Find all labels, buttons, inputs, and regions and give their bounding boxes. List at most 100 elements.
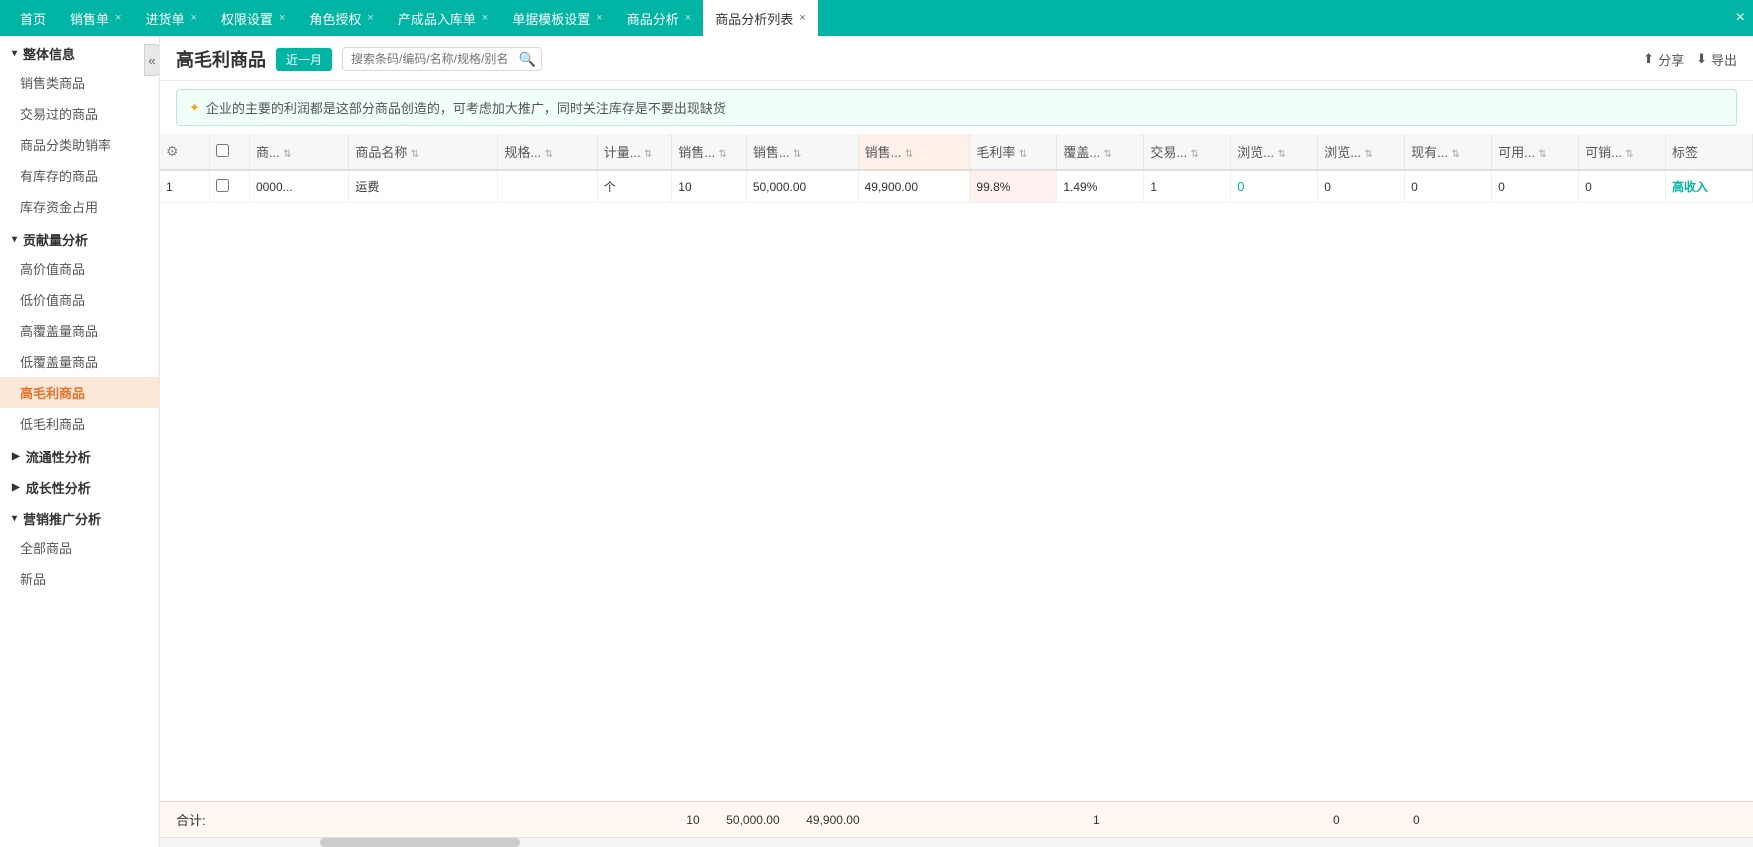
cell-code: 0000... (249, 170, 348, 203)
col-sales2-header[interactable]: 销售... ⇅ (858, 134, 970, 170)
sidebar-group-marketing[interactable]: ▾ 营销推广分析 (0, 501, 159, 532)
search-button[interactable]: 🔍 (519, 51, 536, 68)
cell-checkbox[interactable] (210, 170, 250, 203)
tab-product-analysis-list[interactable]: 商品分析列表 × (703, 0, 817, 36)
sidebar-group-liquidity[interactable]: ▶ 流通性分析 (0, 439, 159, 470)
col-tag-header[interactable]: 标签 (1666, 134, 1753, 170)
tab-product-inbound-close[interactable]: × (482, 12, 488, 24)
tab-role[interactable]: 角色授权 × (297, 0, 385, 36)
col-trade-header[interactable]: 交易... ⇅ (1144, 134, 1231, 170)
sidebar-item-category-rate[interactable]: 商品分类助销率 (0, 129, 159, 160)
arrow-icon-marketing: ▾ (12, 513, 17, 524)
tab-permission-close[interactable]: × (279, 12, 285, 24)
arrow-icon-liquidity: ▶ (12, 451, 20, 462)
sidebar-item-high-margin[interactable]: 高毛利商品 (0, 377, 159, 408)
top-nav: 首页 销售单 × 进货单 × 权限设置 × 角色授权 × 产成品入库单 × 单据… (0, 0, 1753, 36)
tab-product-inbound[interactable]: 产成品入库单 × (386, 0, 500, 36)
cell-cover: 1 (1144, 170, 1231, 203)
arrow-icon-growth: ▶ (12, 482, 20, 493)
footer-bar: 合计: 10 50,000.00 49,900.00 1 0 0 (160, 801, 1753, 837)
col-qty-header[interactable]: 销售... ⇅ (672, 134, 747, 170)
sidebar-collapse-btn[interactable]: « (144, 44, 160, 76)
cell-sales1: 50,000.00 (746, 170, 858, 203)
col-browse1-header[interactable]: 浏览... ⇅ (1231, 134, 1318, 170)
col-margin-header[interactable]: 毛利率 ⇅ (970, 134, 1057, 170)
sidebar-item-high-coverage[interactable]: 高覆盖量商品 (0, 315, 159, 346)
sidebar-item-low-value[interactable]: 低价值商品 (0, 284, 159, 315)
sidebar-item-sales-goods[interactable]: 销售类商品 (0, 67, 159, 98)
data-table: ⚙ 商... ⇅ 商品名称 ⇅ 规格... ⇅ 计量... ⇅ 销售... ⇅ … (160, 134, 1753, 203)
tab-home[interactable]: 首页 (8, 0, 58, 36)
cell-stock2: 0 (1579, 170, 1666, 203)
tab-purchase-close[interactable]: × (190, 12, 196, 24)
cell-margin-rate: 1.49% (1057, 170, 1144, 203)
tab-role-close[interactable]: × (367, 12, 373, 24)
arrow-icon: ▾ (12, 48, 17, 59)
tab-template-close[interactable]: × (596, 12, 602, 24)
col-code-header[interactable]: 商... ⇅ (249, 134, 348, 170)
cell-spec (498, 170, 597, 203)
sidebar-item-new-goods[interactable]: 新品 (0, 563, 159, 594)
bottom-scrollbar[interactable] (160, 837, 1753, 847)
col-cover-header[interactable]: 覆盖... ⇅ (1057, 134, 1144, 170)
filter-month-btn[interactable]: 近一月 (276, 48, 332, 71)
sidebar-item-all-goods[interactable]: 全部商品 (0, 532, 159, 563)
cell-browse2: 0 (1405, 170, 1492, 203)
close-all-tabs[interactable]: × (1736, 9, 1745, 27)
content-header: 高毛利商品 近一月 🔍 ⬆ 分享 ⬇ 导出 (160, 36, 1753, 81)
footer-sales1: 50,000.00 (706, 813, 786, 827)
table-row: 1 0000... 运费 个 10 50,000.00 49,900.00 99… (160, 170, 1753, 203)
header-actions: ⬆ 分享 ⬇ 导出 (1643, 50, 1737, 69)
export-button[interactable]: ⬇ 导出 (1696, 50, 1737, 69)
sidebar: « ▾ 整体信息 销售类商品 交易过的商品 商品分类助销率 有库存的商品 库存资… (0, 36, 160, 847)
sidebar-item-low-coverage[interactable]: 低覆盖量商品 (0, 346, 159, 377)
col-browse2-header[interactable]: 浏览... ⇅ (1318, 134, 1405, 170)
tab-purchase[interactable]: 进货单 × (133, 0, 208, 36)
tab-product-analysis-list-close[interactable]: × (799, 12, 805, 24)
cell-browse1: 0 (1318, 170, 1405, 203)
table-wrapper: ⚙ 商... ⇅ 商品名称 ⇅ 规格... ⇅ 计量... ⇅ 销售... ⇅ … (160, 134, 1753, 801)
column-settings-icon[interactable]: ⚙ (166, 143, 179, 159)
tab-product-analysis[interactable]: 商品分析 × (615, 0, 703, 36)
col-unit-header[interactable]: 计量... ⇅ (597, 134, 672, 170)
trade-link[interactable]: 0 (1237, 179, 1244, 194)
sidebar-group-contribution[interactable]: ▾ 贡献量分析 (0, 222, 159, 253)
arrow-icon-contribution: ▾ (12, 234, 17, 245)
tab-sales[interactable]: 销售单 × (58, 0, 133, 36)
footer-label: 合计: (176, 810, 214, 829)
col-gear[interactable]: ⚙ (160, 134, 210, 170)
cell-stock1: 0 (1492, 170, 1579, 203)
cell-qty: 10 (672, 170, 747, 203)
info-icon: ✦ (189, 100, 200, 116)
sidebar-group-overall[interactable]: ▾ 整体信息 (0, 36, 159, 67)
sidebar-group-growth[interactable]: ▶ 成长性分析 (0, 470, 159, 501)
page-title: 高毛利商品 (176, 46, 266, 72)
cell-unit: 个 (597, 170, 672, 203)
cell-idx: 1 (160, 170, 210, 203)
cell-trade[interactable]: 0 (1231, 170, 1318, 203)
select-all-checkbox[interactable] (216, 144, 229, 157)
col-stock2-header[interactable]: 可用... ⇅ (1492, 134, 1579, 170)
tab-product-analysis-close[interactable]: × (685, 12, 691, 24)
info-text: 企业的主要的利润都是这部分商品创造的，可考虑加大推广，同时关注库存是不要出现缺货 (206, 98, 726, 117)
col-name-header[interactable]: 商品名称 ⇅ (349, 134, 498, 170)
search-input[interactable] (342, 47, 542, 71)
tab-sales-close[interactable]: × (115, 12, 121, 24)
row-checkbox[interactable] (216, 179, 229, 192)
col-spec-header[interactable]: 规格... ⇅ (498, 134, 597, 170)
col-stock1-header[interactable]: 现有... ⇅ (1405, 134, 1492, 170)
sidebar-item-traded-goods[interactable]: 交易过的商品 (0, 98, 159, 129)
sidebar-item-in-stock[interactable]: 有库存的商品 (0, 160, 159, 191)
col-checkbox-header[interactable] (210, 134, 250, 170)
sidebar-item-low-margin[interactable]: 低毛利商品 (0, 408, 159, 439)
footer-sales2: 49,900.00 (786, 813, 866, 827)
col-sales1-header[interactable]: 销售... ⇅ (746, 134, 858, 170)
sidebar-item-high-value[interactable]: 高价值商品 (0, 253, 159, 284)
tab-permission[interactable]: 权限设置 × (209, 0, 297, 36)
sidebar-item-stock-capital[interactable]: 库存资金占用 (0, 191, 159, 222)
cell-sales3: 99.8% (970, 170, 1057, 203)
tab-template[interactable]: 单据模板设置 × (500, 0, 614, 36)
share-button[interactable]: ⬆ 分享 (1643, 50, 1684, 69)
col-sale-header[interactable]: 可销... ⇅ (1579, 134, 1666, 170)
cell-name: 运费 (349, 170, 498, 203)
